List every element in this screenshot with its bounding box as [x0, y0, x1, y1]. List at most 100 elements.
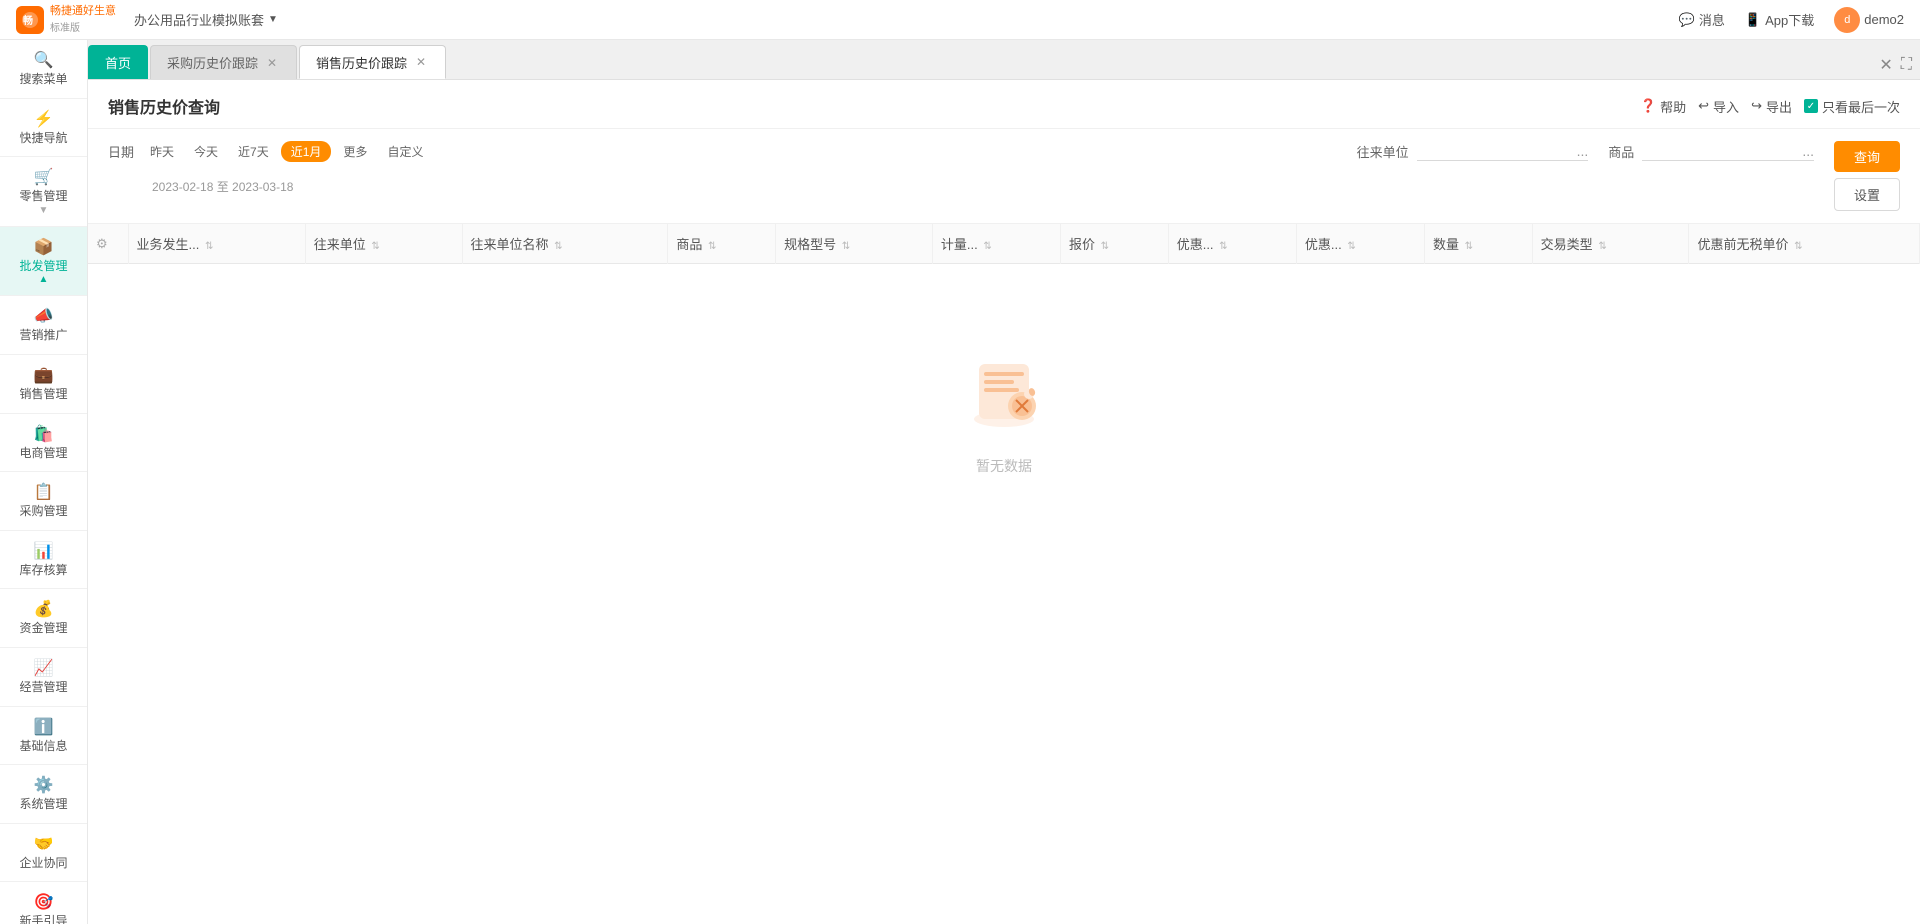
col-trade-type[interactable]: 交易类型 ⇅: [1532, 224, 1689, 264]
sidebar-item-ecommerce[interactable]: 🛍️ 电商管理: [0, 414, 87, 473]
tab-fullscreen-icon[interactable]: ⛶: [1901, 56, 1912, 74]
user-avatar: d: [1834, 7, 1860, 33]
messages-button[interactable]: 💬 消息: [1679, 10, 1725, 29]
sidebar-item-enterprise-label: 企业协同: [19, 856, 67, 872]
date-1month-btn[interactable]: 近1月: [281, 141, 332, 162]
sidebar-item-purchase[interactable]: 📋 采购管理: [0, 472, 87, 531]
tab-sales-history-label: 销售历史价跟踪: [316, 53, 407, 72]
help-button[interactable]: ❓ 帮助: [1640, 97, 1686, 116]
sidebar-item-finance[interactable]: 💰 资金管理: [0, 589, 87, 648]
date-custom-btn[interactable]: 自定义: [379, 141, 431, 162]
sidebar-item-sales-mgmt[interactable]: 💼 销售管理: [0, 355, 87, 414]
results-table: ⚙ 业务发生... ⇅ 往来单位 ⇅ 往来单位名称: [88, 224, 1920, 264]
page-content: 销售历史价查询 ❓ 帮助 ↩ 导入 ↪ 导出 ✓: [88, 80, 1920, 924]
sidebar-item-system[interactable]: ⚙️ 系统管理: [0, 765, 87, 824]
export-icon: ↪: [1751, 98, 1762, 114]
col-quantity-label: 数量: [1433, 237, 1459, 252]
finance-icon: 💰: [34, 599, 54, 619]
retail-expand-icon: ▼: [39, 205, 49, 216]
date-7days-btn[interactable]: 近7天: [230, 141, 277, 162]
col-spec[interactable]: 规格型号 ⇅: [776, 224, 933, 264]
settings-button[interactable]: 设置: [1834, 178, 1900, 211]
source-input[interactable]: [1417, 141, 1577, 160]
user-profile-button[interactable]: d demo2: [1834, 7, 1904, 33]
col-partner-code[interactable]: 往来单位 ⇅: [305, 224, 462, 264]
logo-text-area: 畅捷通好生意 标准版: [50, 5, 116, 33]
top-bar-right: 💬 消息 📱 App下载 d demo2: [1679, 7, 1904, 33]
download-label: App下载: [1765, 10, 1814, 29]
messages-label: 消息: [1699, 10, 1725, 29]
date-yesterday-btn[interactable]: 昨天: [142, 141, 182, 162]
date-today-btn[interactable]: 今天: [186, 141, 226, 162]
col-business-date-label: 业务发生...: [137, 237, 200, 252]
sidebar-item-finance-label: 资金管理: [19, 621, 67, 637]
empty-state-text: 暂无数据: [976, 456, 1032, 476]
tab-purchase-history-label: 采购历史价跟踪: [167, 53, 258, 72]
export-button[interactable]: ↪ 导出: [1751, 97, 1792, 116]
newbie-icon: 🎯: [34, 892, 54, 912]
col-partner-code-sort-icon: ⇅: [371, 241, 379, 252]
tab-purchase-history[interactable]: 采购历史价跟踪 ✕: [150, 45, 297, 79]
col-spec-sort-icon: ⇅: [842, 241, 850, 252]
wholesale-expand-icon: ▲: [39, 274, 49, 285]
product-lookup-icon[interactable]: ...: [1802, 143, 1814, 159]
tab-home[interactable]: 首页: [88, 45, 148, 79]
col-discount-price-sort-icon: ⇅: [1347, 241, 1355, 252]
tab-sales-history[interactable]: 销售历史价跟踪 ✕: [299, 45, 446, 79]
col-discount-rate[interactable]: 优惠... ⇅: [1168, 224, 1296, 264]
sidebar-item-quick-nav[interactable]: ⚡ 快捷导航: [0, 99, 87, 158]
only-last-checkbox[interactable]: ✓ 只看最后一次: [1804, 97, 1900, 116]
col-quantity[interactable]: 数量 ⇅: [1424, 224, 1532, 264]
svg-text:畅: 畅: [23, 14, 33, 27]
col-pretax-price-sort-icon: ⇅: [1794, 241, 1802, 252]
app-download-button[interactable]: 📱 App下载: [1745, 10, 1814, 29]
app-selector-name: 办公用品行业模拟账套: [134, 10, 264, 29]
col-product-label: 商品: [676, 237, 702, 252]
sales-mgmt-icon: 💼: [34, 365, 54, 385]
col-quantity-sort-icon: ⇅: [1465, 241, 1473, 252]
sidebar-item-retail[interactable]: 🛒 零售管理 ▼: [0, 157, 87, 227]
column-settings-icon[interactable]: ⚙: [96, 236, 108, 251]
app-selector[interactable]: 办公用品行业模拟账套 ▼: [126, 6, 286, 33]
sidebar-item-retail-label: 零售管理: [19, 189, 67, 205]
sidebar-item-marketing[interactable]: 📣 营销推广: [0, 296, 87, 355]
source-lookup-icon[interactable]: ...: [1577, 143, 1589, 159]
col-business-date[interactable]: 业务发生... ⇅: [128, 224, 305, 264]
col-discount-price[interactable]: 优惠... ⇅: [1296, 224, 1424, 264]
top-bar: 畅 畅捷通好生意 标准版 办公用品行业模拟账套 ▼ 💬 消息 📱 App下载 d…: [0, 0, 1920, 40]
date-more-btn[interactable]: 更多: [335, 141, 375, 162]
col-partner-name[interactable]: 往来单位名称 ⇅: [462, 224, 668, 264]
empty-state-icon: [954, 344, 1054, 444]
tab-close-all-icon[interactable]: ✕: [1879, 55, 1892, 75]
sidebar-item-operations[interactable]: 📈 经营管理: [0, 648, 87, 707]
operations-icon: 📈: [34, 658, 54, 678]
col-product-sort-icon: ⇅: [708, 241, 716, 252]
sidebar-item-inventory[interactable]: 📊 库存核算: [0, 531, 87, 590]
import-button[interactable]: ↩ 导入: [1698, 97, 1739, 116]
col-unit[interactable]: 计量... ⇅: [932, 224, 1060, 264]
col-product[interactable]: 商品 ⇅: [668, 224, 776, 264]
sidebar-item-newbie-label: 新手引导: [19, 914, 67, 924]
import-icon: ↩: [1698, 98, 1709, 114]
sidebar-item-wholesale[interactable]: 📦 批发管理 ▲: [0, 227, 87, 297]
col-discount-price-label: 优惠...: [1305, 237, 1342, 252]
col-partner-name-label: 往来单位名称: [471, 237, 549, 252]
sidebar-item-basic[interactable]: ℹ️ 基础信息: [0, 707, 87, 766]
product-input[interactable]: [1642, 141, 1802, 160]
only-last-label: 只看最后一次: [1822, 97, 1900, 116]
tab-sales-history-close-icon[interactable]: ✕: [413, 54, 429, 70]
tab-bar-actions: ✕ ⛶: [1879, 55, 1920, 79]
sidebar-item-search[interactable]: 🔍 搜索菜单: [0, 40, 87, 99]
query-button[interactable]: 查询: [1834, 141, 1900, 172]
col-pretax-price[interactable]: 优惠前无税单价 ⇅: [1689, 224, 1920, 264]
col-partner-code-label: 往来单位: [314, 237, 366, 252]
sidebar-item-enterprise[interactable]: 🤝 企业协同: [0, 824, 87, 883]
col-quote[interactable]: 报价 ⇅: [1061, 224, 1169, 264]
sidebar-item-newbie[interactable]: 🎯 新手引导: [0, 882, 87, 924]
col-pretax-price-label: 优惠前无税单价: [1697, 237, 1788, 252]
help-label: 帮助: [1660, 97, 1686, 116]
table-header-row: ⚙ 业务发生... ⇅ 往来单位 ⇅ 往来单位名称: [88, 224, 1920, 264]
logo-sub-text: 标准版: [50, 19, 116, 34]
tab-purchase-history-close-icon[interactable]: ✕: [264, 55, 280, 71]
checkbox-checked-icon: ✓: [1804, 99, 1818, 113]
